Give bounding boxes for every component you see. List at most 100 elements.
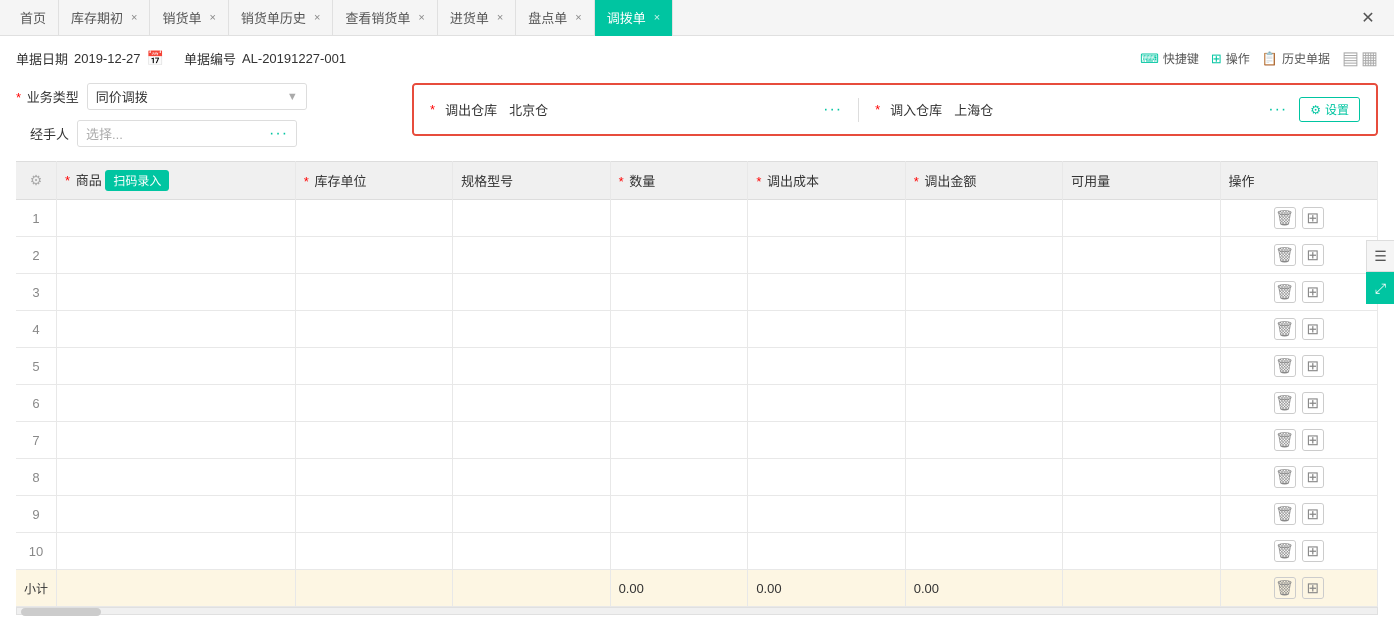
window-close-button[interactable]: ✕ [1350,0,1386,36]
row-cost-cell[interactable] [748,385,905,422]
row-delete-icon[interactable]: 🗑 [1274,503,1296,525]
row-qty-cell[interactable] [610,385,748,422]
history-action[interactable]: 📋 历史单据 [1262,50,1330,67]
row-product-cell[interactable] [57,311,296,348]
row-copy-icon[interactable]: ⊞ [1302,355,1324,377]
operation-action[interactable]: ⊞ 操作 [1211,50,1250,67]
row-amount-cell[interactable] [905,237,1062,274]
row-delete-icon[interactable]: 🗑 [1274,392,1296,414]
row-amount-cell[interactable] [905,533,1062,570]
tab-purchase[interactable]: 进货单 × [438,0,516,36]
row-amount-cell[interactable] [905,496,1062,533]
tab-close-sales-history[interactable]: × [314,12,320,24]
tab-stocktake[interactable]: 盘点单 × [516,0,594,36]
row-delete-icon[interactable]: 🗑 [1274,429,1296,451]
row-unit-cell[interactable] [295,496,452,533]
tab-close-transfer[interactable]: × [654,12,660,24]
layout-icon-2[interactable]: ▦ [1361,48,1378,69]
row-amount-cell[interactable] [905,385,1062,422]
row-spec-cell[interactable] [453,311,610,348]
scrollbar-thumb[interactable] [21,608,101,616]
row-product-cell[interactable] [57,496,296,533]
row-product-cell[interactable] [57,385,296,422]
layout-icon-1[interactable]: ▤ [1342,48,1359,69]
row-qty-cell[interactable] [610,422,748,459]
row-copy-icon[interactable]: ⊞ [1302,577,1324,599]
row-qty-cell[interactable] [610,459,748,496]
row-unit-cell[interactable] [295,533,452,570]
row-qty-cell[interactable] [610,311,748,348]
row-spec-cell[interactable] [453,274,610,311]
row-cost-cell[interactable] [748,459,905,496]
tab-close-inventory-init[interactable]: × [131,12,137,24]
handler-dots-btn[interactable]: ··· [269,125,288,143]
row-delete-icon[interactable]: 🗑 [1274,540,1296,562]
row-delete-icon[interactable]: 🗑 [1274,466,1296,488]
row-product-cell[interactable] [57,348,296,385]
row-cost-cell[interactable] [748,311,905,348]
row-delete-icon[interactable]: 🗑 [1274,355,1296,377]
row-unit-cell[interactable] [295,274,452,311]
row-spec-cell[interactable] [453,385,610,422]
tab-close-purchase[interactable]: × [497,12,503,24]
row-spec-cell[interactable] [453,533,610,570]
row-qty-cell[interactable] [610,496,748,533]
row-delete-icon[interactable]: 🗑 [1274,207,1296,229]
calendar-icon[interactable]: 📅 [147,50,164,67]
row-copy-icon[interactable]: ⊞ [1302,207,1324,229]
tab-transfer[interactable]: 调拨单 × [595,0,673,36]
table-gear-icon[interactable]: ⚙ [30,172,43,188]
handler-input[interactable]: 选择... ··· [77,120,297,147]
tab-view-sales[interactable]: 查看销货单 × [333,0,437,36]
float-list-btn[interactable]: ☰ [1366,240,1394,272]
scan-button[interactable]: 扫码录入 [105,170,169,191]
date-value[interactable]: 2019-12-27 [74,51,141,66]
row-copy-icon[interactable]: ⊞ [1302,318,1324,340]
row-cost-cell[interactable] [748,533,905,570]
tab-close-sales-order[interactable]: × [209,12,215,24]
tab-close-stocktake[interactable]: × [575,12,581,24]
shortcut-action[interactable]: ⌨ 快捷键 [1140,50,1199,67]
row-qty-cell[interactable] [610,348,748,385]
row-qty-cell[interactable] [610,533,748,570]
float-expand-btn[interactable]: ⤢ [1366,272,1394,304]
row-cost-cell[interactable] [748,496,905,533]
row-unit-cell[interactable] [295,237,452,274]
row-copy-icon[interactable]: ⊞ [1302,244,1324,266]
row-qty-cell[interactable] [610,200,748,237]
row-spec-cell[interactable] [453,200,610,237]
row-spec-cell[interactable] [453,237,610,274]
row-product-cell[interactable] [57,274,296,311]
row-delete-icon[interactable]: 🗑 [1274,577,1296,599]
row-qty-cell[interactable] [610,237,748,274]
row-product-cell[interactable] [57,422,296,459]
row-spec-cell[interactable] [453,422,610,459]
row-delete-icon[interactable]: 🗑 [1274,244,1296,266]
row-spec-cell[interactable] [453,348,610,385]
tab-sales-order[interactable]: 销货单 × [150,0,228,36]
settings-button[interactable]: ⚙ 设置 [1299,97,1360,122]
row-product-cell[interactable] [57,200,296,237]
row-copy-icon[interactable]: ⊞ [1302,466,1324,488]
row-amount-cell[interactable] [905,348,1062,385]
business-type-input[interactable]: 同价调拨 ▼ [87,83,307,110]
tab-close-view-sales[interactable]: × [418,12,424,24]
row-unit-cell[interactable] [295,200,452,237]
row-cost-cell[interactable] [748,274,905,311]
row-copy-icon[interactable]: ⊞ [1302,281,1324,303]
row-product-cell[interactable] [57,533,296,570]
row-cost-cell[interactable] [748,422,905,459]
tab-inventory-init[interactable]: 库存期初 × [59,0,150,36]
row-unit-cell[interactable] [295,385,452,422]
row-cost-cell[interactable] [748,200,905,237]
row-amount-cell[interactable] [905,274,1062,311]
dropdown-arrow-business[interactable]: ▼ [287,91,298,103]
row-copy-icon[interactable]: ⊞ [1302,392,1324,414]
row-product-cell[interactable] [57,237,296,274]
row-unit-cell[interactable] [295,348,452,385]
row-unit-cell[interactable] [295,311,452,348]
row-copy-icon[interactable]: ⊞ [1302,540,1324,562]
row-product-cell[interactable] [57,459,296,496]
row-amount-cell[interactable] [905,200,1062,237]
row-cost-cell[interactable] [748,348,905,385]
